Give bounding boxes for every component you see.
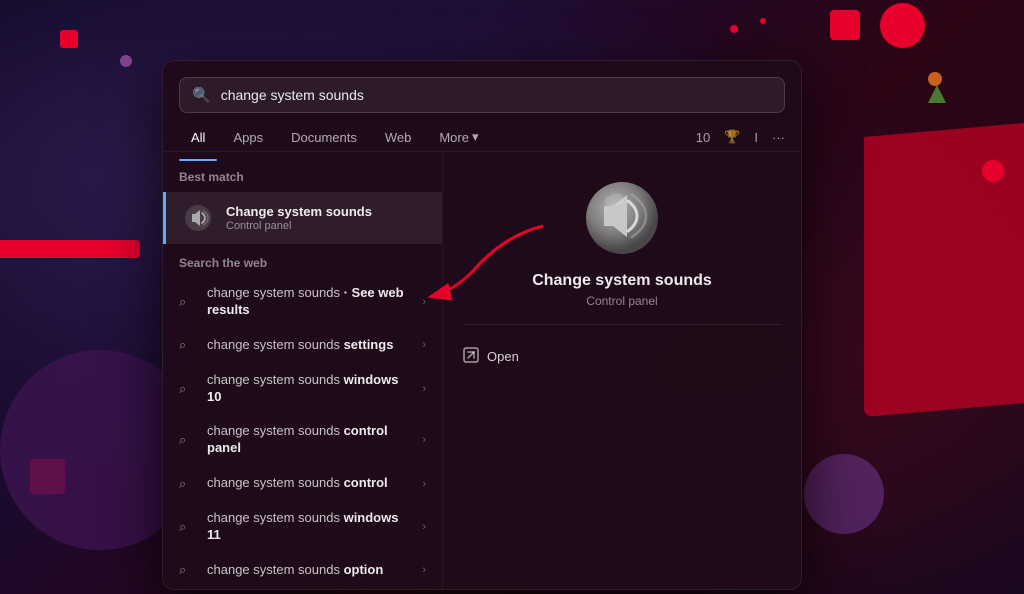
list-item[interactable]: ⌕ change system sounds control panel ›: [163, 414, 442, 466]
tab-web[interactable]: Web: [373, 124, 424, 151]
list-item[interactable]: ⌕ change system sounds control ›: [163, 466, 442, 501]
detail-subtitle: Control panel: [586, 294, 657, 308]
web-result-text: change system sounds windows 10: [207, 372, 412, 406]
web-result-text: change system sounds settings: [207, 337, 412, 354]
chevron-right-icon: ›: [422, 296, 426, 308]
user-icon[interactable]: I: [754, 130, 758, 145]
web-result-text: change system sounds option: [207, 562, 412, 579]
tab-right-controls: 10 🏆 I ···: [696, 129, 785, 145]
speaker-icon-small: [182, 202, 214, 234]
tab-documents[interactable]: Documents: [279, 124, 369, 151]
best-match-title: Change system sounds: [226, 204, 426, 219]
best-match-subtitle: Control panel: [226, 220, 426, 232]
search-loop-icon: ⌕: [179, 294, 197, 310]
search-input[interactable]: [221, 87, 772, 103]
list-item[interactable]: ⌕ change system sounds · See web results…: [163, 276, 442, 328]
search-loop-icon: ⌕: [179, 337, 197, 353]
start-menu: 🔍 All Apps Documents Web More ▾ 10 🏆 I ·…: [162, 60, 802, 590]
search-loop-icon: ⌕: [179, 476, 197, 492]
web-result-text: change system sounds control panel: [207, 423, 412, 457]
filter-tabs: All Apps Documents Web More ▾ 10 🏆 I ···: [163, 113, 801, 152]
search-loop-icon: ⌕: [179, 381, 197, 397]
tab-more[interactable]: More ▾: [427, 123, 490, 151]
search-loop-icon: ⌕: [179, 562, 197, 578]
list-item[interactable]: ⌕ change system sounds windows 11 ›: [163, 501, 442, 553]
best-match-label: Best match: [163, 166, 442, 192]
chevron-down-icon: ▾: [472, 129, 479, 145]
chevron-right-icon: ›: [422, 339, 426, 351]
best-match-text: Change system sounds Control panel: [226, 204, 426, 232]
detail-divider: [463, 324, 781, 325]
list-item[interactable]: ⌕ change system sounds option ›: [163, 553, 442, 588]
trophy-icon: 🏆: [724, 129, 740, 145]
web-result-text: change system sounds windows 11: [207, 510, 412, 544]
chevron-right-icon: ›: [422, 434, 426, 446]
content-area: Best match Change system sounds Control …: [163, 152, 801, 590]
chevron-right-icon: ›: [422, 478, 426, 490]
detail-title: Change system sounds: [532, 272, 712, 290]
speaker-icon-large: [582, 176, 662, 256]
tab-all[interactable]: All: [179, 124, 217, 151]
badge-count: 10: [696, 130, 710, 145]
results-panel: Best match Change system sounds Control …: [163, 152, 443, 590]
open-label: Open: [487, 349, 519, 364]
search-bar: 🔍: [179, 77, 785, 113]
tab-apps[interactable]: Apps: [221, 124, 275, 151]
list-item[interactable]: ⌕ change system sounds settings ›: [163, 328, 442, 363]
search-loop-icon: ⌕: [179, 519, 197, 535]
best-match-item[interactable]: Change system sounds Control panel: [163, 192, 442, 244]
open-external-icon: [463, 347, 479, 366]
web-result-text: change system sounds · See web results: [207, 285, 412, 319]
search-loop-icon: ⌕: [179, 432, 197, 448]
chevron-right-icon: ›: [422, 383, 426, 395]
chevron-right-icon: ›: [422, 521, 426, 533]
open-button[interactable]: Open: [463, 341, 781, 372]
list-item[interactable]: ⌕ change system sounds windows 10 ›: [163, 363, 442, 415]
search-web-label: Search the web: [163, 244, 442, 276]
web-result-text: change system sounds control: [207, 475, 412, 492]
detail-panel: Change system sounds Control panel Open: [443, 152, 801, 590]
chevron-right-icon: ›: [422, 564, 426, 576]
search-icon: 🔍: [192, 86, 211, 104]
more-icon[interactable]: ···: [772, 130, 785, 145]
